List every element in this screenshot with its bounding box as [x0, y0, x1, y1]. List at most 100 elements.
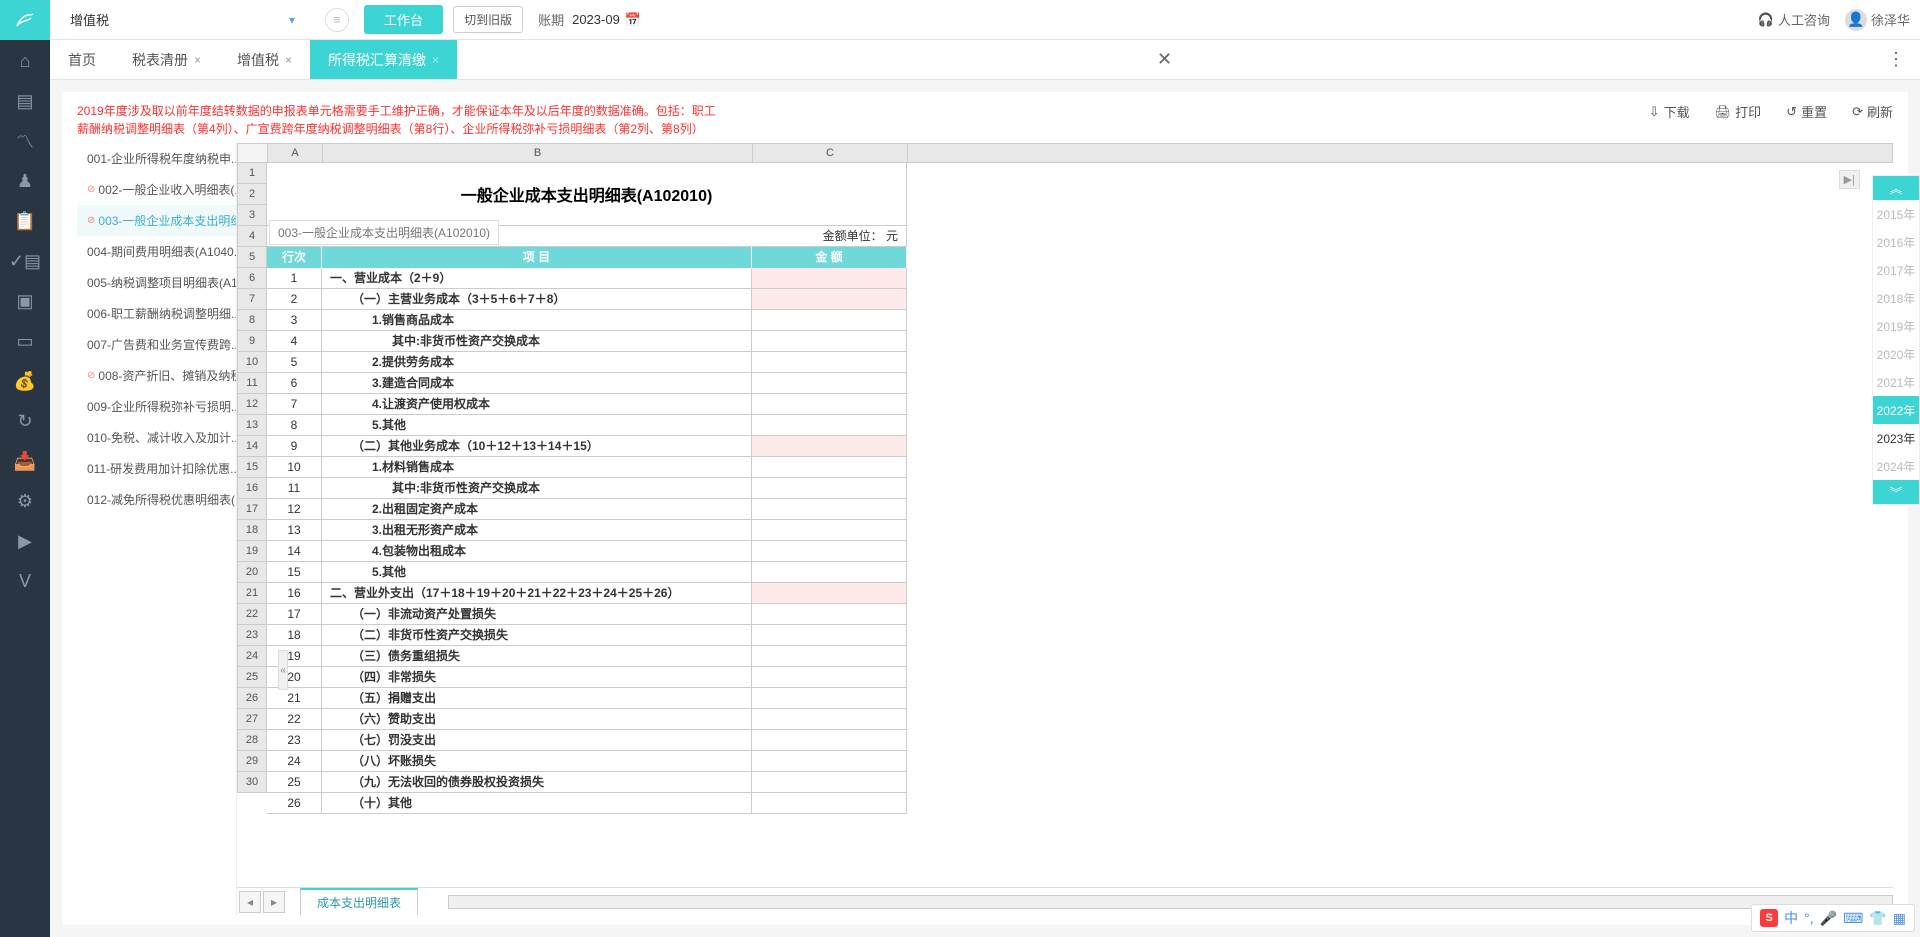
row-header[interactable]: 13 [237, 415, 267, 436]
clipboard-icon[interactable]: 📋 [14, 210, 36, 232]
close-icon[interactable]: × [285, 53, 292, 67]
period-value[interactable]: 2023-09 [572, 12, 620, 27]
cell-amount[interactable] [752, 289, 907, 310]
app-logo[interactable] [0, 0, 50, 40]
cell-amount[interactable] [752, 331, 907, 352]
horizontal-scrollbar[interactable] [448, 895, 1893, 909]
tab-3[interactable]: 所得税汇算清缴× [310, 40, 457, 79]
row-header[interactable]: 1 [237, 163, 267, 184]
close-all-tabs[interactable]: ✕ [1142, 40, 1187, 79]
sheet-nav-prev[interactable]: ▸ [263, 891, 285, 913]
window-icon[interactable]: ▭ [14, 330, 36, 352]
year-item[interactable]: 2022年 [1873, 396, 1919, 424]
sheet-nav-first[interactable]: ◂ [239, 891, 261, 913]
doc-icon[interactable]: ≡ [325, 8, 349, 32]
v-icon[interactable]: V [14, 570, 36, 592]
form-nav-item-0[interactable]: 001-企业所得税年度纳税申... [77, 143, 236, 174]
cell-amount[interactable] [752, 352, 907, 373]
form-nav-item-11[interactable]: 012-减免所得税优惠明细表(... [77, 484, 236, 515]
ime-toolbar[interactable]: S 中 °, 🎤 ⌨ 👕 ▦ [1751, 904, 1915, 932]
tab-0[interactable]: 首页 [50, 40, 114, 79]
cell-amount[interactable] [752, 646, 907, 667]
close-icon[interactable]: × [194, 53, 201, 67]
tab-1[interactable]: 税表清册× [114, 40, 219, 79]
collapse-nav-handle[interactable]: « [278, 650, 288, 690]
cell-amount[interactable] [752, 415, 907, 436]
row-header[interactable]: 9 [237, 331, 267, 352]
cell-amount[interactable] [752, 688, 907, 709]
org-selector[interactable]: 增值税 ▾ [70, 10, 295, 29]
cell-amount[interactable] [752, 373, 907, 394]
reset-button[interactable]: ↺重置 [1786, 102, 1827, 121]
form-nav-item-3[interactable]: 004-期间费用明细表(A1040... [77, 236, 236, 267]
cell-amount[interactable] [752, 772, 907, 793]
cell-amount[interactable] [752, 520, 907, 541]
row-header[interactable]: 11 [237, 373, 267, 394]
refresh-button[interactable]: ⟳刷新 [1852, 102, 1893, 121]
row-header[interactable]: 3 [237, 205, 267, 226]
form-nav-item-6[interactable]: 007-广告费和业务宣传费跨... [77, 329, 236, 360]
row-header[interactable]: 17 [237, 499, 267, 520]
row-header[interactable]: 2 [237, 184, 267, 205]
server-icon[interactable]: ▤ [14, 90, 36, 112]
row-header[interactable]: 8 [237, 310, 267, 331]
form-nav-item-4[interactable]: 005-纳税调整项目明细表(A1... [77, 267, 236, 298]
year-item[interactable]: 2019年 [1873, 312, 1919, 340]
row-header[interactable]: 22 [237, 604, 267, 625]
form-nav-item-1[interactable]: ⊘002-一般企业收入明细表(... [77, 174, 236, 205]
form-nav-item-2[interactable]: ⊘003-一般企业成本支出明细... [77, 205, 236, 236]
cell-amount[interactable] [752, 793, 907, 814]
cell-amount[interactable] [752, 499, 907, 520]
chart-icon[interactable]: 〽 [14, 130, 36, 152]
row-header[interactable]: 16 [237, 478, 267, 499]
row-header[interactable]: 21 [237, 583, 267, 604]
row-header[interactable]: 6 [237, 268, 267, 289]
row-header[interactable]: 27 [237, 709, 267, 730]
select-all-corner[interactable] [238, 144, 268, 162]
row-header[interactable]: 18 [237, 520, 267, 541]
year-scroll-up[interactable]: ︽ [1873, 176, 1919, 200]
year-scroll-down[interactable]: ︾ [1873, 480, 1919, 504]
row-header[interactable]: 19 [237, 541, 267, 562]
expand-arrow-icon[interactable]: ▶| [1839, 170, 1860, 189]
row-header[interactable]: 20 [237, 562, 267, 583]
ime-skin-icon[interactable]: 👕 [1869, 910, 1886, 927]
play-icon[interactable]: ▶ [14, 530, 36, 552]
row-header[interactable]: 28 [237, 730, 267, 751]
year-item[interactable]: 2023年 [1873, 424, 1919, 452]
year-item[interactable]: 2016年 [1873, 228, 1919, 256]
row-header[interactable]: 29 [237, 751, 267, 772]
sheet-tab[interactable]: 成本支出明细表 [300, 888, 418, 915]
cell-amount[interactable] [752, 667, 907, 688]
row-header[interactable]: 5 [237, 247, 267, 268]
calendar-icon[interactable]: 📅 [625, 12, 641, 28]
form-nav-item-9[interactable]: 010-免税、减计收入及加计... [77, 422, 236, 453]
year-item[interactable]: 2017年 [1873, 256, 1919, 284]
cell-amount[interactable] [752, 310, 907, 331]
form-nav-item-8[interactable]: 009-企业所得税弥补亏损明... [77, 391, 236, 422]
cell-amount[interactable] [752, 730, 907, 751]
cell-amount[interactable] [752, 751, 907, 772]
tab-2[interactable]: 增值税× [219, 40, 310, 79]
refresh-icon[interactable]: ↻ [14, 410, 36, 432]
row-header[interactable]: 7 [237, 289, 267, 310]
cell-amount[interactable] [752, 583, 907, 604]
row-header[interactable]: 26 [237, 688, 267, 709]
row-header[interactable]: 25 [237, 667, 267, 688]
year-item[interactable]: 2015年 [1873, 200, 1919, 228]
ime-punct-icon[interactable]: °, [1804, 910, 1814, 926]
download-button[interactable]: ⇩下载 [1649, 102, 1690, 121]
cell-amount[interactable] [752, 562, 907, 583]
gear-icon[interactable]: ⚙ [14, 490, 36, 512]
ime-mic-icon[interactable]: 🎤 [1820, 910, 1837, 927]
cell-amount[interactable] [752, 604, 907, 625]
help-link[interactable]: 🎧人工咨询 [1758, 10, 1830, 29]
row-header[interactable]: 14 [237, 436, 267, 457]
form-nav-item-7[interactable]: ⊘008-资产折旧、摊销及纳税... [77, 360, 236, 391]
money-icon[interactable]: 💰 [14, 370, 36, 392]
year-item[interactable]: 2020年 [1873, 340, 1919, 368]
cell-amount[interactable] [752, 478, 907, 499]
cell-amount[interactable] [752, 268, 907, 289]
row-header[interactable]: 15 [237, 457, 267, 478]
ime-keyboard-icon[interactable]: ⌨ [1843, 910, 1863, 927]
